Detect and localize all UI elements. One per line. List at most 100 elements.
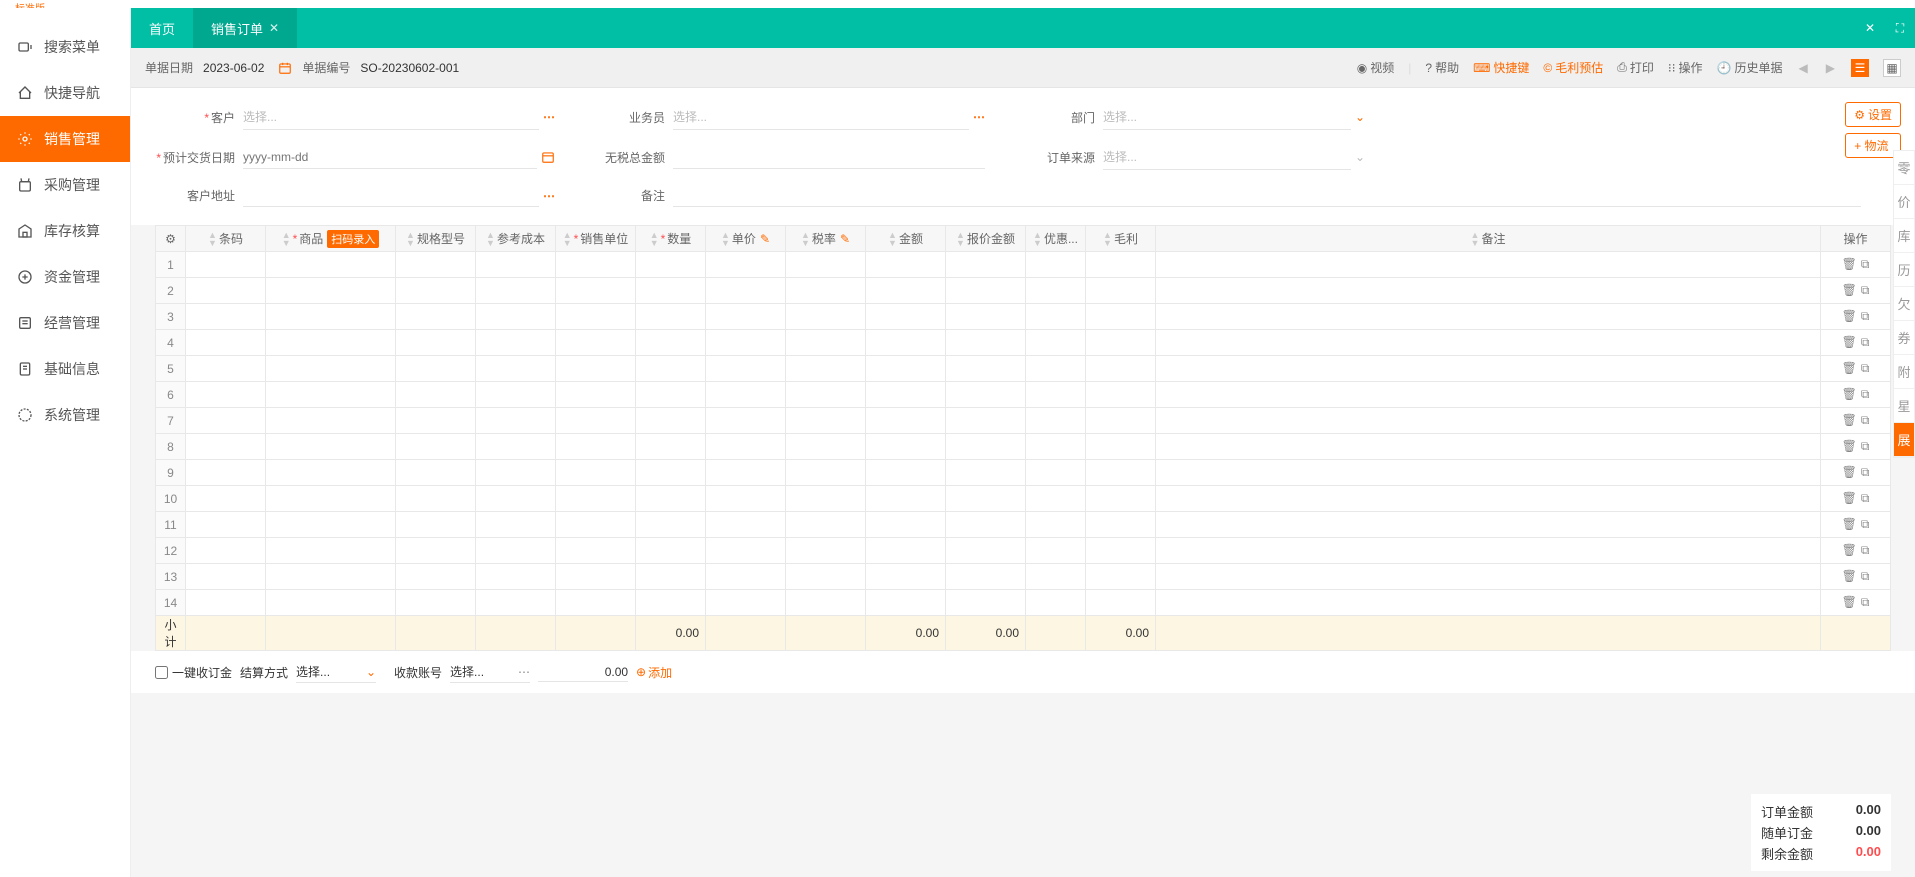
delete-row-icon[interactable]: 🗑 [1842,387,1857,401]
table-row[interactable]: 4🗑⧉ [156,330,1891,356]
right-panel-item-2[interactable]: 库 [1894,219,1914,253]
delete-row-icon[interactable]: 🗑 [1842,491,1857,505]
view-mode-grid-button[interactable]: ▦ [1883,59,1901,77]
copy-row-icon[interactable]: ⧉ [1861,517,1870,531]
right-panel-item-7[interactable]: 星 [1894,389,1914,423]
sidebar-item-3[interactable]: 采购管理 [0,162,130,208]
th-gear[interactable]: ⚙ [156,226,186,252]
copy-row-icon[interactable]: ⧉ [1861,595,1870,609]
delete-row-icon[interactable]: 🗑 [1842,517,1857,531]
th-qty[interactable]: ▲▼*数量 [636,226,706,252]
gross-link[interactable]: © 毛利预估 [1543,59,1603,76]
help-link[interactable]: ? 帮助 [1425,59,1459,76]
salesman-lookup-button[interactable]: ⋯ [973,110,985,124]
table-row[interactable]: 8🗑⧉ [156,434,1891,460]
delete-row-icon[interactable]: 🗑 [1842,439,1857,453]
table-row[interactable]: 11🗑⧉ [156,512,1891,538]
table-row[interactable]: 2🗑⧉ [156,278,1891,304]
deposit-checkbox[interactable]: 一键收订金 [155,664,232,681]
fullscreen-icon[interactable]: ⛶ [1885,8,1915,48]
delete-row-icon[interactable]: 🗑 [1842,309,1857,323]
sidebar-item-0[interactable]: 搜索菜单 [0,24,130,70]
calendar-icon[interactable] [278,61,292,75]
sidebar-item-7[interactable]: 基础信息 [0,346,130,392]
table-row[interactable]: 1🗑⧉ [156,252,1891,278]
delete-row-icon[interactable]: 🗑 [1842,335,1857,349]
th-quoteamount[interactable]: ▲▼报价金额 [946,226,1026,252]
th-barcode[interactable]: ▲▼条码 [186,226,266,252]
sidebar-item-8[interactable]: 系统管理 [0,392,130,438]
tab-1[interactable]: 销售订单✕ [193,8,297,48]
shortcut-link[interactable]: ⌨ 快捷键 [1473,59,1529,76]
sidebar-item-4[interactable]: 库存核算 [0,208,130,254]
delete-row-icon[interactable]: 🗑 [1842,465,1857,479]
right-panel-item-5[interactable]: 券 [1894,321,1914,355]
copy-row-icon[interactable]: ⧉ [1861,309,1870,323]
sidebar-item-1[interactable]: 快捷导航 [0,70,130,116]
copy-row-icon[interactable]: ⧉ [1861,335,1870,349]
table-row[interactable]: 7🗑⧉ [156,408,1891,434]
address-lookup-button[interactable]: ⋯ [543,189,555,203]
date-value[interactable]: 2023-06-02 [203,61,264,75]
right-panel-item-3[interactable]: 历 [1894,253,1914,287]
add-payment-button[interactable]: ⊕ 添加 [636,664,672,681]
th-refcost[interactable]: ▲▼参考成本 [476,226,556,252]
delete-row-icon[interactable]: 🗑 [1842,595,1857,609]
sidebar-item-6[interactable]: 经营管理 [0,300,130,346]
table-row[interactable]: 6🗑⧉ [156,382,1891,408]
table-row[interactable]: 12🗑⧉ [156,538,1891,564]
th-remark[interactable]: ▲▼备注 [1156,226,1821,252]
order-source-dropdown-icon[interactable]: ⌄ [1355,150,1365,164]
amount-input[interactable]: 0.00 [538,663,628,682]
right-panel-item-4[interactable]: 欠 [1894,287,1914,321]
delete-row-icon[interactable]: 🗑 [1842,413,1857,427]
address-input[interactable] [243,184,539,207]
taxrate-edit-icon[interactable]: ✎ [840,232,850,246]
dept-input[interactable]: 选择... [1103,104,1351,130]
th-taxrate[interactable]: ▲▼税率✎ [786,226,866,252]
delete-row-icon[interactable]: 🗑 [1842,569,1857,583]
copy-row-icon[interactable]: ⧉ [1861,283,1870,297]
notax-total-input[interactable] [673,146,985,169]
th-spec[interactable]: ▲▼规格型号 [396,226,476,252]
video-link[interactable]: ◉ 视频 [1357,59,1395,76]
copy-row-icon[interactable]: ⧉ [1861,257,1870,271]
table-row[interactable]: 14🗑⧉ [156,590,1891,616]
th-amount[interactable]: ▲▼金额 [866,226,946,252]
copy-row-icon[interactable]: ⧉ [1861,387,1870,401]
right-panel-item-1[interactable]: 价 [1894,185,1914,219]
delivery-date-calendar-icon[interactable] [541,150,555,164]
order-source-input[interactable]: 选择... [1103,144,1351,170]
right-panel-item-6[interactable]: 附 [1894,355,1914,389]
account-select[interactable]: 选择...⋯ [450,661,530,683]
history-link[interactable]: 🕘 历史单据 [1717,59,1783,76]
delivery-date-input[interactable] [243,146,537,169]
remark-input[interactable] [673,184,1861,207]
copy-row-icon[interactable]: ⧉ [1861,465,1870,479]
table-row[interactable]: 3🗑⧉ [156,304,1891,330]
th-saleunit[interactable]: ▲▼*销售单位 [556,226,636,252]
right-panel-item-0[interactable]: 零 [1894,151,1914,185]
table-row[interactable]: 13🗑⧉ [156,564,1891,590]
print-link[interactable]: ⎙ 打印 [1617,59,1654,76]
th-discount[interactable]: ▲▼优惠... [1026,226,1086,252]
th-price[interactable]: ▲▼单价✎ [706,226,786,252]
next-doc-button[interactable]: ▶ [1824,61,1837,75]
delete-row-icon[interactable]: 🗑 [1842,361,1857,375]
table-row[interactable]: 5🗑⧉ [156,356,1891,382]
customer-lookup-button[interactable]: ⋯ [543,110,555,124]
salesman-input[interactable]: 选择... [673,104,969,130]
sidebar-item-5[interactable]: 资金管理 [0,254,130,300]
delete-row-icon[interactable]: 🗑 [1842,257,1857,271]
settings-button[interactable]: ⚙ 设置 [1845,102,1901,127]
copy-row-icon[interactable]: ⧉ [1861,543,1870,557]
th-gross[interactable]: ▲▼毛利 [1086,226,1156,252]
table-row[interactable]: 10🗑⧉ [156,486,1891,512]
copy-row-icon[interactable]: ⧉ [1861,413,1870,427]
th-product[interactable]: ▲▼*商品扫码录入 [266,226,396,252]
delete-row-icon[interactable]: 🗑 [1842,283,1857,297]
sidebar-item-2[interactable]: 销售管理 [0,116,130,162]
right-panel-item-8[interactable]: 展 [1894,423,1914,457]
dept-dropdown-icon[interactable]: ⌄ [1355,110,1365,124]
table-row[interactable]: 9🗑⧉ [156,460,1891,486]
